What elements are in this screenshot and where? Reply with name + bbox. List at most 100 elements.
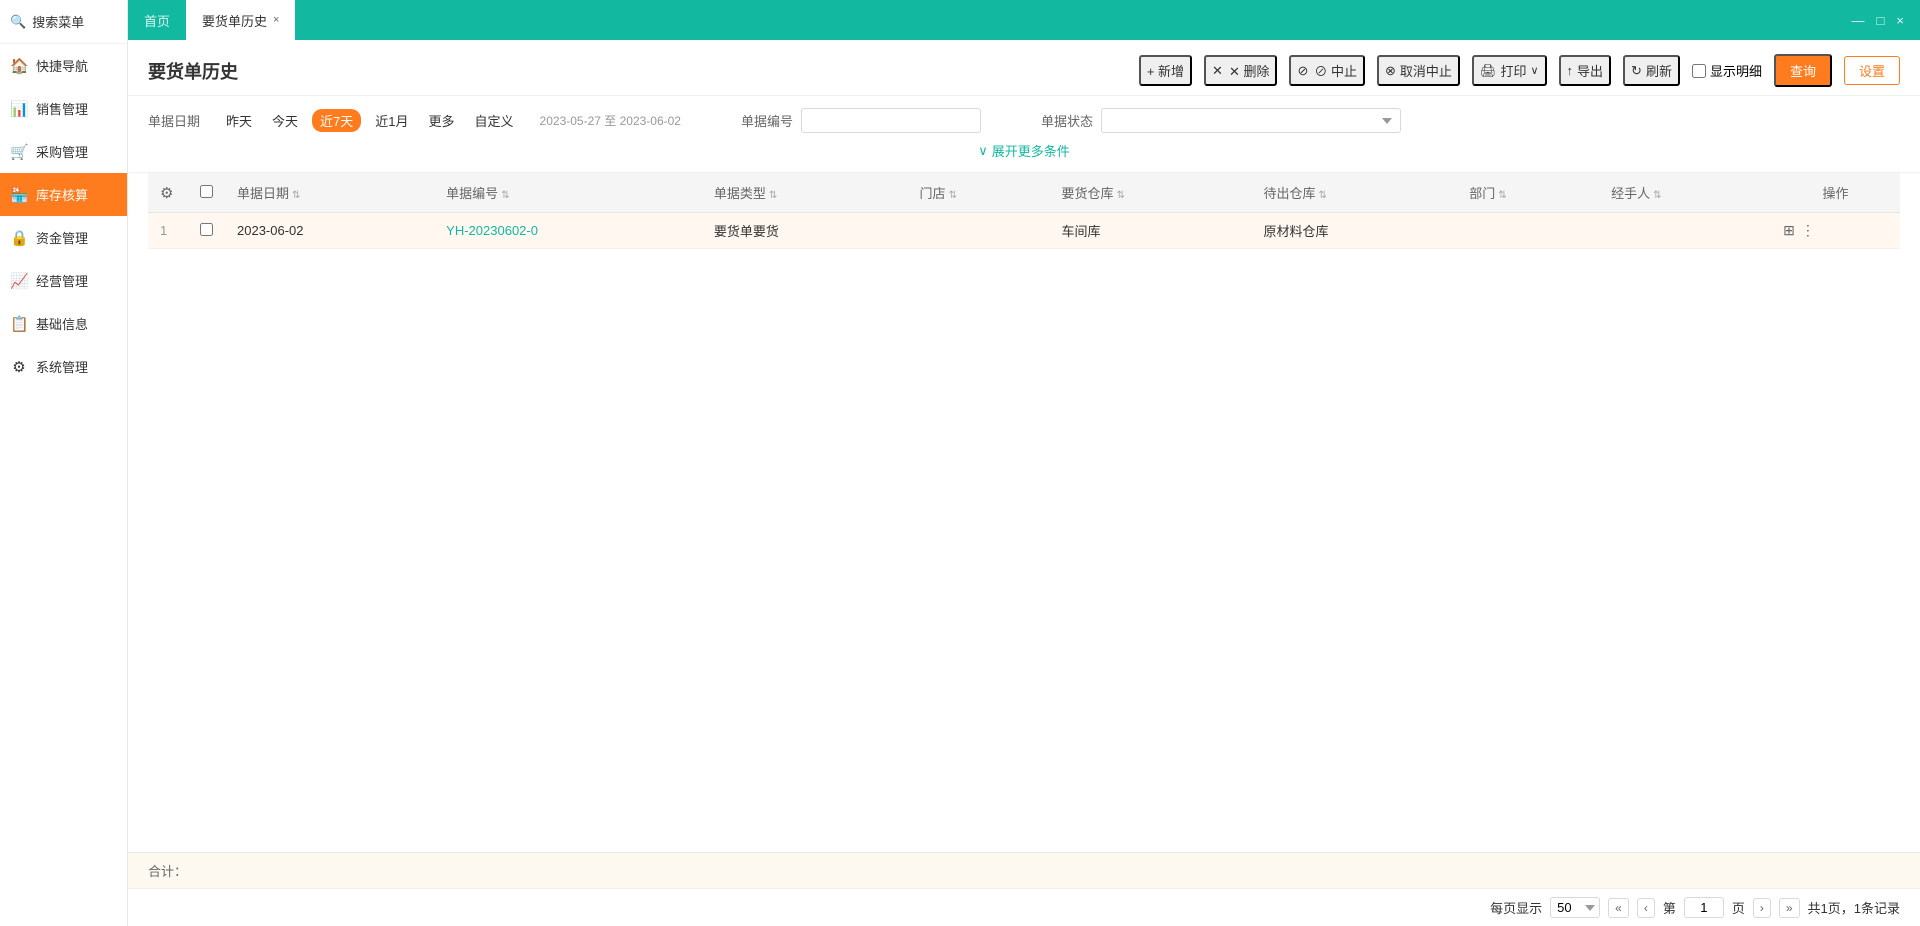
tab-home[interactable]: 首页 bbox=[128, 0, 186, 40]
page-number-input[interactable] bbox=[1684, 897, 1724, 918]
display-detail-checkbox[interactable] bbox=[1692, 64, 1706, 78]
page-size-select[interactable]: 20 50 100 bbox=[1550, 897, 1600, 918]
print-arrow-icon: ∨ bbox=[1530, 64, 1538, 77]
stop-label: ⊘ 中止 bbox=[1314, 61, 1357, 80]
date-option-today[interactable]: 今天 bbox=[266, 109, 304, 132]
row-docno: YH-20230602-0 bbox=[434, 213, 702, 249]
topbar: 首页 要货单历史 × — □ × bbox=[128, 0, 1920, 40]
next-page-btn[interactable]: › bbox=[1753, 898, 1771, 918]
window-close-icon[interactable]: × bbox=[1896, 13, 1904, 28]
row-doctype: 要货单要货 bbox=[702, 213, 908, 249]
sidebar-search[interactable]: 🔍 搜索菜单 bbox=[0, 0, 127, 44]
refresh-button[interactable]: ↻ 刷新 bbox=[1623, 55, 1680, 86]
cancel-stop-icon: ⊗ bbox=[1385, 63, 1396, 79]
print-icon: 🖨 bbox=[1480, 63, 1497, 79]
th-department-label: 部门 bbox=[1469, 186, 1495, 201]
sidebar-item-operation-label: 经营管理 bbox=[36, 271, 88, 290]
gear-icon[interactable]: ⚙ bbox=[160, 185, 173, 202]
inventory-icon: 🏪 bbox=[10, 186, 28, 204]
sidebar-item-sales[interactable]: 📊 销售管理 bbox=[0, 87, 127, 130]
status-label: 单据状态 bbox=[1041, 111, 1093, 130]
sidebar-item-inventory[interactable]: 🏪 库存核算 bbox=[0, 173, 127, 216]
sidebar-item-shortcut-label: 快捷导航 bbox=[36, 56, 88, 75]
sort-arrows-doctype: ⇅ bbox=[769, 190, 777, 201]
sort-arrows-handler: ⇅ bbox=[1653, 190, 1661, 201]
th-req-warehouse[interactable]: 要货仓库⇅ bbox=[1049, 173, 1251, 213]
basic-icon: 📋 bbox=[10, 315, 28, 333]
doc-number-input[interactable] bbox=[801, 108, 981, 133]
th-date[interactable]: 单据日期⇅ bbox=[225, 173, 434, 213]
date-option-custom[interactable]: 自定义 bbox=[469, 109, 520, 132]
page-title: 要货单历史 bbox=[148, 58, 238, 84]
th-pending-warehouse[interactable]: 待出仓库⇅ bbox=[1251, 173, 1457, 213]
date-option-7days[interactable]: 近7天 bbox=[312, 109, 361, 132]
tab-close-icon[interactable]: × bbox=[273, 14, 279, 26]
th-handler-label: 经手人 bbox=[1611, 186, 1650, 201]
sort-arrows-docno: ⇅ bbox=[501, 190, 509, 201]
date-option-yesterday[interactable]: 昨天 bbox=[220, 109, 258, 132]
th-docno[interactable]: 单据编号⇅ bbox=[434, 173, 702, 213]
tab-home-label: 首页 bbox=[144, 11, 170, 30]
query-button[interactable]: 查询 bbox=[1774, 54, 1832, 87]
delete-button[interactable]: ✕ ✕ 删除 bbox=[1204, 55, 1277, 86]
date-option-more[interactable]: 更多 bbox=[423, 109, 461, 132]
sort-arrows-date: ⇅ bbox=[292, 190, 300, 201]
th-department[interactable]: 部门⇅ bbox=[1457, 173, 1599, 213]
sort-arrows-dept: ⇅ bbox=[1498, 190, 1506, 201]
row-checkbox[interactable] bbox=[200, 223, 213, 236]
sort-arrows-req: ⇅ bbox=[1116, 190, 1124, 201]
sidebar-item-system[interactable]: ⚙ 系统管理 bbox=[0, 345, 127, 388]
settings-button[interactable]: 设置 bbox=[1844, 56, 1900, 85]
doc-number-filter: 单据编号 bbox=[741, 108, 981, 133]
date-option-1month[interactable]: 近1月 bbox=[369, 109, 414, 132]
sidebar-item-inventory-label: 库存核算 bbox=[36, 185, 88, 204]
home-icon: 🏠 bbox=[10, 57, 28, 75]
sidebar-item-basic-label: 基础信息 bbox=[36, 314, 88, 333]
sales-icon: 📊 bbox=[10, 100, 28, 118]
sidebar-item-finance-label: 资金管理 bbox=[36, 228, 88, 247]
doc-number-label: 单据编号 bbox=[741, 111, 793, 130]
print-button[interactable]: 🖨 打印 ∨ bbox=[1472, 55, 1547, 86]
export-label: 导出 bbox=[1577, 61, 1603, 80]
page-suffix: 页 bbox=[1732, 898, 1745, 917]
prev-page-btn[interactable]: ‹ bbox=[1637, 898, 1655, 918]
new-button[interactable]: + 新增 bbox=[1139, 55, 1192, 86]
window-maximize-icon[interactable]: □ bbox=[1877, 13, 1885, 28]
stop-icon: ⊘ bbox=[1297, 63, 1308, 79]
docno-link[interactable]: YH-20230602-0 bbox=[446, 223, 538, 238]
sidebar-search-label: 搜索菜单 bbox=[32, 12, 84, 31]
sidebar-item-finance[interactable]: 🔒 资金管理 bbox=[0, 216, 127, 259]
sidebar-item-shortcut[interactable]: 🏠 快捷导航 bbox=[0, 44, 127, 87]
row-department bbox=[1457, 213, 1599, 249]
display-detail-label: 显示明细 bbox=[1710, 61, 1762, 80]
expand-more-btn[interactable]: ∨ 展开更多条件 bbox=[148, 141, 1900, 160]
chevron-down-icon: ∨ bbox=[978, 143, 988, 159]
display-detail-wrap: 显示明细 bbox=[1692, 61, 1762, 80]
page-size-label: 每页显示 bbox=[1490, 898, 1542, 917]
status-select[interactable] bbox=[1101, 108, 1401, 133]
sidebar-item-basic[interactable]: 📋 基础信息 bbox=[0, 302, 127, 345]
main: 首页 要货单历史 × — □ × 要货单历史 + 新增 ✕ ✕ 删除 ⊘ bbox=[128, 0, 1920, 926]
th-doctype[interactable]: 单据类型⇅ bbox=[702, 173, 908, 213]
th-date-label: 单据日期 bbox=[237, 186, 289, 201]
row-more-btn[interactable]: ⋮ bbox=[1801, 222, 1815, 239]
topbar-right: — □ × bbox=[1852, 13, 1920, 28]
tab-active[interactable]: 要货单历史 × bbox=[186, 0, 295, 40]
select-all-checkbox[interactable] bbox=[200, 185, 213, 198]
th-store[interactable]: 门店⇅ bbox=[908, 173, 1050, 213]
sidebar-item-operation[interactable]: 📈 经营管理 bbox=[0, 259, 127, 302]
stop-button[interactable]: ⊘ ⊘ 中止 bbox=[1289, 55, 1365, 86]
th-gear[interactable]: ⚙ bbox=[148, 173, 188, 213]
page-header: 要货单历史 + 新增 ✕ ✕ 删除 ⊘ ⊘ 中止 ⊗ 取消中止 🖨 打印 bbox=[128, 40, 1920, 96]
row-view-btn[interactable]: ⊞ bbox=[1783, 222, 1795, 239]
window-minimize-icon[interactable]: — bbox=[1852, 13, 1865, 28]
sidebar-item-purchase[interactable]: 🛒 采购管理 bbox=[0, 130, 127, 173]
th-handler[interactable]: 经手人⇅ bbox=[1599, 173, 1771, 213]
export-button[interactable]: ↑ 导出 bbox=[1559, 55, 1612, 86]
last-page-btn[interactable]: » bbox=[1779, 898, 1800, 918]
row-pending-warehouse: 原材料仓库 bbox=[1251, 213, 1457, 249]
cancel-stop-button[interactable]: ⊗ 取消中止 bbox=[1377, 55, 1460, 86]
first-page-btn[interactable]: « bbox=[1608, 898, 1629, 918]
th-docno-label: 单据编号 bbox=[446, 186, 498, 201]
row-date: 2023-06-02 bbox=[225, 213, 434, 249]
